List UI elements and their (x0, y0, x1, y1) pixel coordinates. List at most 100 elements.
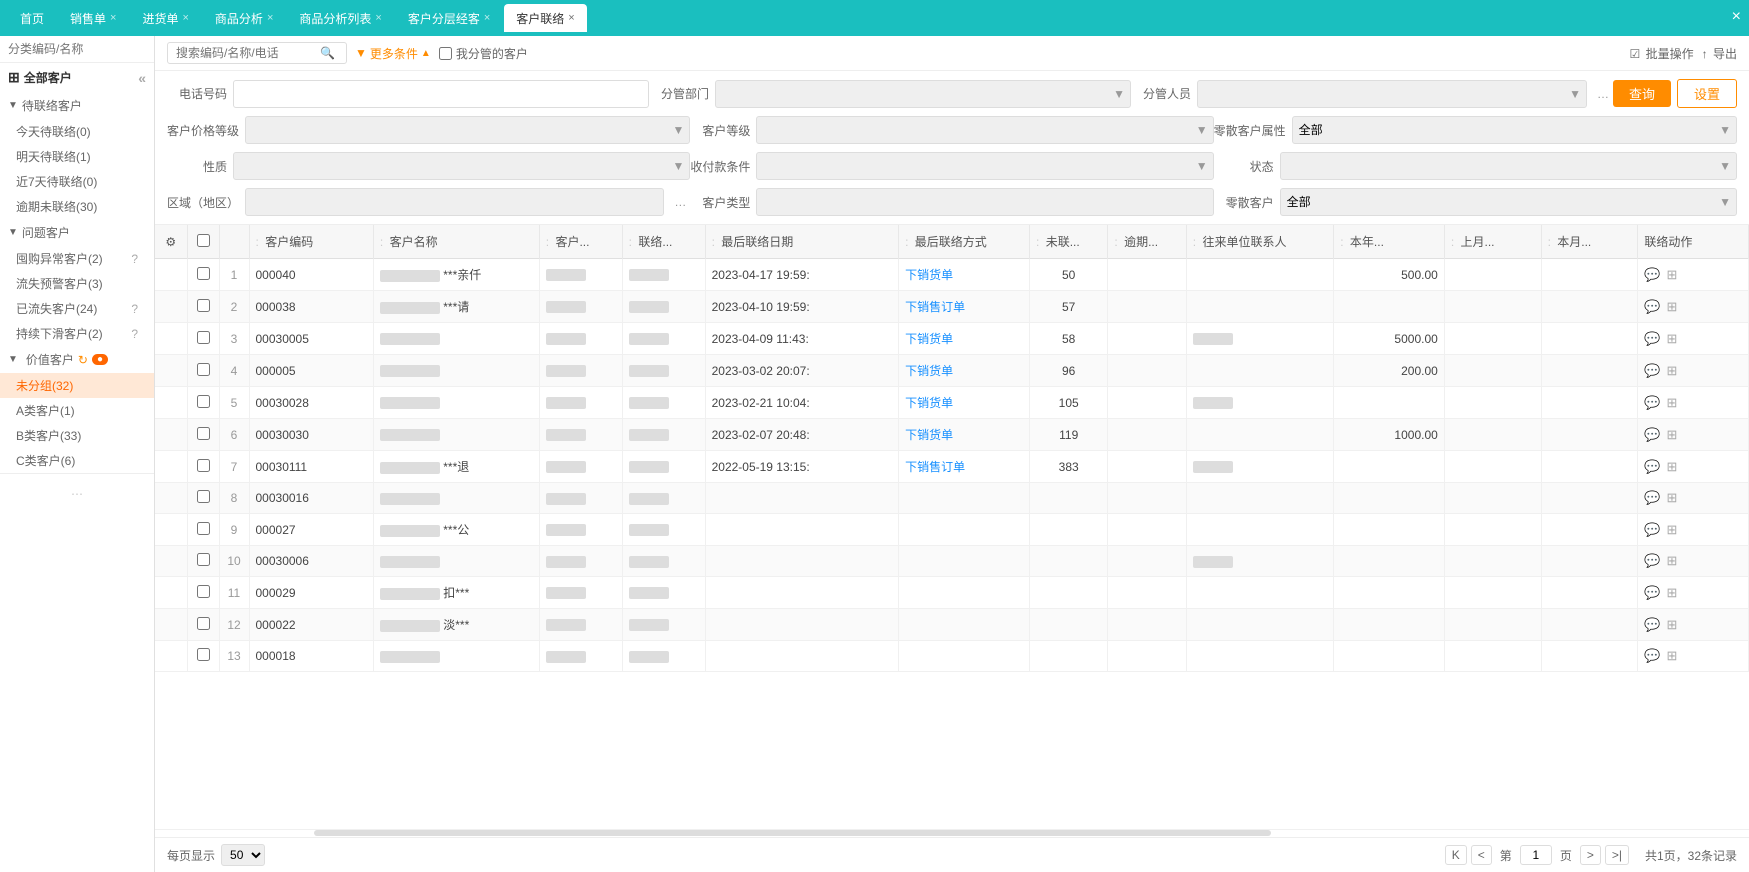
row-checkbox-1[interactable] (197, 299, 210, 312)
my-customers-checkbox[interactable] (439, 47, 452, 60)
sidebar-item-hoarding[interactable]: 囤购异常客户(2) ? (0, 246, 154, 271)
action-grid-icon-4[interactable]: ⊞ (1667, 395, 1678, 411)
tab-customer-contact[interactable]: 客户联络 × (504, 4, 586, 32)
close-sales-icon[interactable]: × (110, 12, 116, 24)
td-last-method-3[interactable]: 下销货单 (899, 355, 1030, 387)
prev-page-button[interactable]: < (1471, 845, 1492, 865)
sidebar-bottom[interactable]: ⋯ (0, 473, 154, 513)
sidebar-group-pending[interactable]: ▼ 待联络客户 (0, 92, 154, 119)
action-grid-icon-12[interactable]: ⊞ (1667, 648, 1678, 664)
close-purchase-icon[interactable]: × (182, 12, 188, 24)
sidebar-item-declining[interactable]: 持续下滑客户(2) ? (0, 321, 154, 346)
td-name-5[interactable] (373, 419, 539, 451)
action-message-icon-4[interactable]: 💬 (1644, 395, 1660, 411)
action-message-icon-0[interactable]: 💬 (1644, 267, 1660, 283)
action-message-icon-9[interactable]: 💬 (1644, 553, 1660, 569)
action-grid-icon-10[interactable]: ⊞ (1667, 585, 1678, 601)
td-name-0[interactable]: ***亲仟 (373, 259, 539, 291)
action-grid-icon-7[interactable]: ⊞ (1667, 490, 1678, 506)
export-button[interactable]: ↑ 导出 (1702, 45, 1737, 62)
row-checkbox-5[interactable] (197, 427, 210, 440)
sidebar-search-input[interactable] (8, 42, 155, 56)
th-settings[interactable]: ⚙ (155, 225, 187, 259)
sidebar-item-7days-pending[interactable]: 近7天待联络(0) (0, 169, 154, 194)
sidebar-item-a-customers[interactable]: A类客户(1) (0, 398, 154, 423)
last-method-link-3[interactable]: 下销货单 (905, 364, 953, 378)
nature-select[interactable] (233, 152, 690, 180)
page-number-input[interactable] (1520, 845, 1552, 865)
td-name-10[interactable]: 扣*** (373, 577, 539, 609)
action-grid-icon-9[interactable]: ⊞ (1667, 553, 1678, 569)
th-type[interactable]: : 客户... (539, 225, 622, 259)
action-message-icon-7[interactable]: 💬 (1644, 490, 1660, 506)
td-last-method-9[interactable] (899, 546, 1030, 577)
th-checkbox[interactable] (187, 225, 219, 259)
td-last-method-4[interactable]: 下销货单 (899, 387, 1030, 419)
td-checkbox-6[interactable] (187, 451, 219, 483)
row-checkbox-10[interactable] (197, 585, 210, 598)
query-button[interactable]: 查询 (1613, 80, 1671, 107)
td-checkbox-12[interactable] (187, 641, 219, 672)
td-name-11[interactable]: 淡*** (373, 609, 539, 641)
person-more-icon[interactable]: … (1593, 87, 1613, 101)
td-last-method-12[interactable] (899, 641, 1030, 672)
th-this-year[interactable]: : 本年... (1334, 225, 1445, 259)
action-message-icon-8[interactable]: 💬 (1644, 522, 1660, 538)
page-size-select[interactable]: 50 (221, 844, 265, 866)
row-checkbox-4[interactable] (197, 395, 210, 408)
type-select[interactable] (756, 188, 1213, 216)
sidebar-item-c-customers[interactable]: C类客户(6) (0, 448, 154, 473)
batch-op-button[interactable]: ☑ 批量操作 (1630, 45, 1694, 62)
last-method-link-4[interactable]: 下销货单 (905, 396, 953, 410)
td-checkbox-1[interactable] (187, 291, 219, 323)
td-last-method-10[interactable] (899, 577, 1030, 609)
th-contact[interactable]: : 联络... (622, 225, 705, 259)
td-name-2[interactable] (373, 323, 539, 355)
row-checkbox-0[interactable] (197, 267, 210, 280)
th-uncontacted[interactable]: : 未联... (1030, 225, 1108, 259)
last-method-link-0[interactable]: 下销货单 (905, 268, 953, 282)
td-checkbox-4[interactable] (187, 387, 219, 419)
sidebar-item-b-customers[interactable]: B类客户(33) (0, 423, 154, 448)
level-select[interactable] (756, 116, 1213, 144)
action-grid-icon-11[interactable]: ⊞ (1667, 617, 1678, 633)
collapse-sidebar-icon[interactable]: « (138, 70, 146, 86)
td-name-12[interactable] (373, 641, 539, 672)
td-checkbox-10[interactable] (187, 577, 219, 609)
dept-select[interactable] (715, 80, 1131, 108)
row-checkbox-3[interactable] (197, 363, 210, 376)
action-grid-icon-1[interactable]: ⊞ (1667, 299, 1678, 315)
action-message-icon-3[interactable]: 💬 (1644, 363, 1660, 379)
last-page-button[interactable]: >| (1605, 845, 1629, 865)
tab-product-analysis-list[interactable]: 商品分析列表 × (287, 4, 393, 32)
action-message-icon-6[interactable]: 💬 (1644, 459, 1660, 475)
row-checkbox-8[interactable] (197, 522, 210, 535)
refresh-icon[interactable]: ↻ (78, 353, 88, 367)
payment-select[interactable] (756, 152, 1213, 180)
region-more-icon[interactable]: … (670, 195, 690, 209)
td-checkbox-3[interactable] (187, 355, 219, 387)
td-last-method-11[interactable] (899, 609, 1030, 641)
td-last-method-7[interactable] (899, 483, 1030, 514)
td-name-8[interactable]: ***公 (373, 514, 539, 546)
action-message-icon-2[interactable]: 💬 (1644, 331, 1660, 347)
td-name-9[interactable] (373, 546, 539, 577)
td-last-method-0[interactable]: 下销货单 (899, 259, 1030, 291)
td-checkbox-7[interactable] (187, 483, 219, 514)
action-message-icon-10[interactable]: 💬 (1644, 585, 1660, 601)
action-message-icon-12[interactable]: 💬 (1644, 648, 1660, 664)
td-name-1[interactable]: ***请 (373, 291, 539, 323)
td-last-method-6[interactable]: 下销售订单 (899, 451, 1030, 483)
td-checkbox-0[interactable] (187, 259, 219, 291)
action-grid-icon-0[interactable]: ⊞ (1667, 267, 1678, 283)
sidebar-group-value[interactable]: ▼ 价值客户 ↻ ● (0, 346, 154, 373)
action-grid-icon-8[interactable]: ⊞ (1667, 522, 1678, 538)
close-product-analysis-icon[interactable]: × (267, 12, 273, 24)
close-product-analysis-list-icon[interactable]: × (375, 12, 381, 24)
sidebar-item-today-pending[interactable]: 今天待联络(0) (0, 119, 154, 144)
th-code[interactable]: : 客户编码 (249, 225, 373, 259)
td-name-3[interactable] (373, 355, 539, 387)
td-name-7[interactable] (373, 483, 539, 514)
td-last-method-8[interactable] (899, 514, 1030, 546)
my-customers-checkbox-label[interactable]: 我分管的客户 (439, 45, 528, 62)
